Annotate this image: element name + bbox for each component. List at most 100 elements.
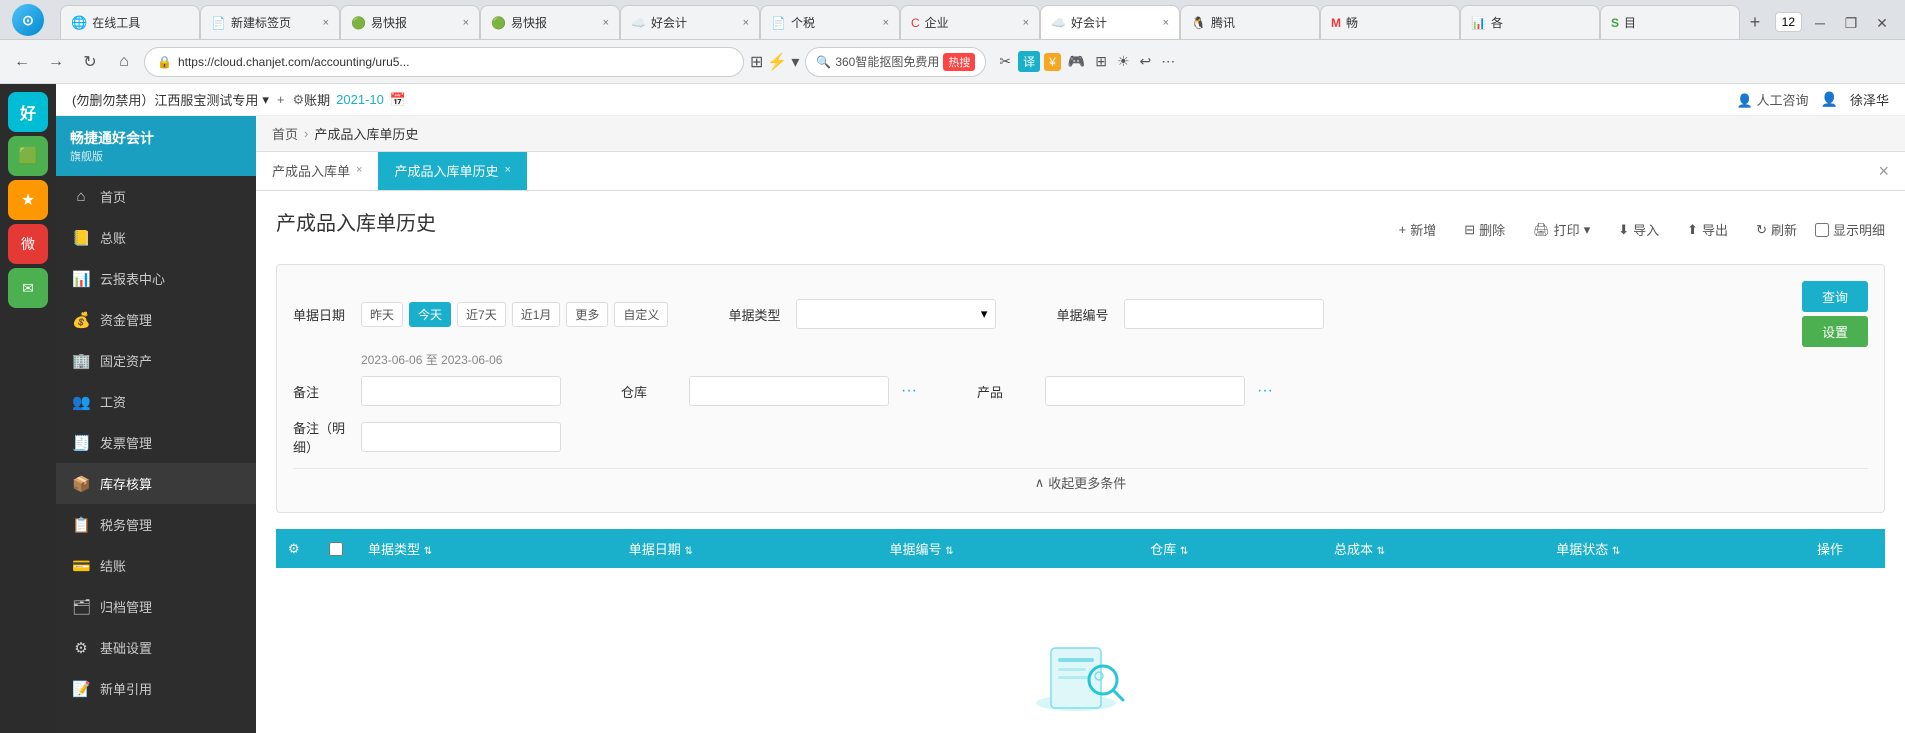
add-button[interactable]: + 新增 [1389, 215, 1447, 244]
warehouse-input[interactable] [689, 376, 889, 406]
translate-icon[interactable]: 译 [1018, 51, 1040, 72]
tab-t2[interactable]: 📄 新建标签页 × [200, 5, 340, 39]
export-button[interactable]: ⬆ 导出 [1677, 215, 1738, 244]
grid2-icon[interactable]: ⊞ [1092, 50, 1110, 73]
sidebar-item-home[interactable]: ⌂ 首页 [56, 176, 256, 217]
back-button[interactable]: ← [8, 48, 36, 76]
address-input[interactable]: 🔒 https://cloud.chanjet.com/accounting/u… [144, 47, 744, 77]
table-settings-icon[interactable]: ⚙ [288, 541, 300, 556]
tab-t11[interactable]: 📊 各 [1460, 5, 1600, 39]
doc-type-select[interactable]: ▾ [796, 299, 996, 329]
tab-t7[interactable]: C 企业 × [900, 5, 1040, 39]
app-icon-main[interactable]: 好 [8, 92, 48, 132]
col-doc-status[interactable]: 单据状态 ⇅ [1544, 529, 1805, 568]
delete-button[interactable]: ⊟ 删除 [1454, 215, 1515, 244]
import-button[interactable]: ⬇ 导入 [1608, 215, 1669, 244]
tab-t3[interactable]: 🟢 易快报 × [340, 5, 480, 39]
sidebar-item-cashflow[interactable]: 💰 资金管理 [56, 299, 256, 340]
date-btn-custom[interactable]: 自定义 [614, 302, 668, 327]
undo-icon[interactable]: ↩ [1137, 50, 1155, 73]
app-icon-chanjet[interactable]: 🟩 [8, 136, 48, 176]
sidebar-item-invoice[interactable]: 🧾 发票管理 [56, 422, 256, 463]
date-btn-today[interactable]: 今天 [409, 302, 451, 327]
sidebar-item-settings[interactable]: ⚙ 基础设置 [56, 627, 256, 668]
print-button[interactable]: 🖨 打印 ▾ [1523, 215, 1600, 244]
add-account-btn[interactable]: + [277, 92, 285, 107]
date-btn-more[interactable]: 更多 [566, 302, 608, 327]
tab-t4[interactable]: 🟢 易快报 × [480, 5, 620, 39]
tab-t1[interactable]: 🌐 在线工具 [60, 5, 200, 39]
tab-t6[interactable]: 📄 个税 × [760, 5, 900, 39]
search-box[interactable]: 🔍 360智能抠图免费用 热搜 [805, 47, 986, 77]
date-btn-yesterday[interactable]: 昨天 [361, 302, 403, 327]
breadcrumb-home[interactable]: 首页 [272, 124, 298, 143]
sidebar-item-checkout[interactable]: 💳 结账 [56, 545, 256, 586]
sidebar-item-newdoc[interactable]: 📝 新单引用 [56, 668, 256, 709]
refresh-button[interactable]: ↻ [76, 48, 104, 76]
refresh-button[interactable]: ↻ 刷新 [1746, 215, 1807, 244]
product-more-icon[interactable]: ··· [1257, 382, 1273, 400]
sidebar-item-payroll[interactable]: 👥 工资 [56, 381, 256, 422]
sidebar-item-report[interactable]: 📊 云报表中心 [56, 258, 256, 299]
tab-close-btn[interactable]: × [1163, 17, 1169, 29]
note-input[interactable] [361, 376, 561, 406]
show-columns-checkbox[interactable]: 显示明细 [1815, 220, 1885, 239]
sidebar-item-inventory[interactable]: 📦 库存核算 [56, 463, 256, 504]
note-detail-input[interactable] [361, 422, 561, 452]
restore-icon[interactable]: ❐ [1838, 10, 1864, 36]
consult-btn[interactable]: 👤 人工咨询 [1737, 90, 1809, 109]
sidebar-item-ledger[interactable]: 📒 总账 [56, 217, 256, 258]
settings-query-button[interactable]: 设置 [1802, 316, 1868, 347]
show-columns-input[interactable] [1815, 223, 1829, 237]
query-button[interactable]: 查询 [1802, 281, 1868, 312]
user-avatar[interactable]: 👤 [1821, 91, 1838, 108]
col-doc-type[interactable]: 单据类型 ⇅ [356, 529, 617, 568]
calendar-icon[interactable]: 📅 [390, 92, 406, 108]
col-total-cost[interactable]: 总成本 ⇅ [1322, 529, 1544, 568]
col-doc-date[interactable]: 单据日期 ⇅ [617, 529, 878, 568]
tab-close-btn[interactable]: × [323, 17, 329, 29]
home-button[interactable]: ⌂ [110, 48, 138, 76]
content-tab-close-icon[interactable]: × [356, 164, 362, 176]
content-tab-2[interactable]: 产成品入库单历史 × [378, 152, 526, 190]
tab-t10[interactable]: M 畅 [1320, 5, 1460, 39]
select-all-checkbox[interactable] [329, 542, 343, 556]
chevron-down-icon[interactable]: ▾ [791, 52, 799, 72]
product-input[interactable] [1045, 376, 1245, 406]
account-select[interactable]: (勿删勿禁用）江西服宝测试专用 ▾ [72, 90, 269, 109]
grid-icon[interactable]: ⊞ [750, 52, 763, 72]
sidebar-item-tax[interactable]: 📋 税务管理 [56, 504, 256, 545]
col-warehouse[interactable]: 仓库 ⇅ [1138, 529, 1322, 568]
warehouse-more-icon[interactable]: ··· [901, 382, 917, 400]
tab-close-btn[interactable]: × [883, 17, 889, 29]
tab-close-btn[interactable]: × [1023, 17, 1029, 29]
doc-no-input[interactable] [1124, 299, 1324, 329]
tab-close-btn[interactable]: × [603, 17, 609, 29]
scissors-icon[interactable]: ✂ [996, 50, 1014, 73]
yuan-icon[interactable]: ¥ [1044, 53, 1061, 71]
app-icon-email[interactable]: ✉ [8, 268, 48, 308]
tab-t8[interactable]: ☁️ 好会计 × [1040, 5, 1180, 39]
app-icon-star[interactable]: ★ [8, 180, 48, 220]
tab-t12[interactable]: S 目 [1600, 5, 1740, 39]
tab-close-btn[interactable]: × [463, 17, 469, 29]
forward-button[interactable]: → [42, 48, 70, 76]
col-checkbox[interactable] [316, 529, 356, 568]
gamepad-icon[interactable]: 🎮 [1065, 50, 1088, 73]
tab-close-btn[interactable]: × [743, 17, 749, 29]
account-settings-icon[interactable]: ⚙ [292, 92, 304, 108]
new-tab-button[interactable]: + [1740, 5, 1770, 39]
collapse-filter-button[interactable]: ∧ 收起更多条件 [293, 468, 1868, 496]
tab-t5[interactable]: ☁️ 好会计 × [620, 5, 760, 39]
sun-icon[interactable]: ☀ [1114, 50, 1133, 73]
sidebar-item-archive[interactable]: 🗂 归档管理 [56, 586, 256, 627]
sidebar-item-assets[interactable]: 🏢 固定资产 [56, 340, 256, 381]
panel-close-btn[interactable]: × [1878, 161, 1889, 182]
minimize-icon[interactable]: ─ [1807, 10, 1833, 36]
close-window-icon[interactable]: ✕ [1869, 10, 1895, 36]
content-tab-1[interactable]: 产成品入库单 × [256, 152, 378, 190]
more-icon[interactable]: ⋯ [1158, 50, 1178, 73]
date-btn-1month[interactable]: 近1月 [512, 302, 561, 327]
lightning-icon[interactable]: ⚡ [767, 52, 787, 72]
date-btn-7days[interactable]: 近7天 [457, 302, 506, 327]
